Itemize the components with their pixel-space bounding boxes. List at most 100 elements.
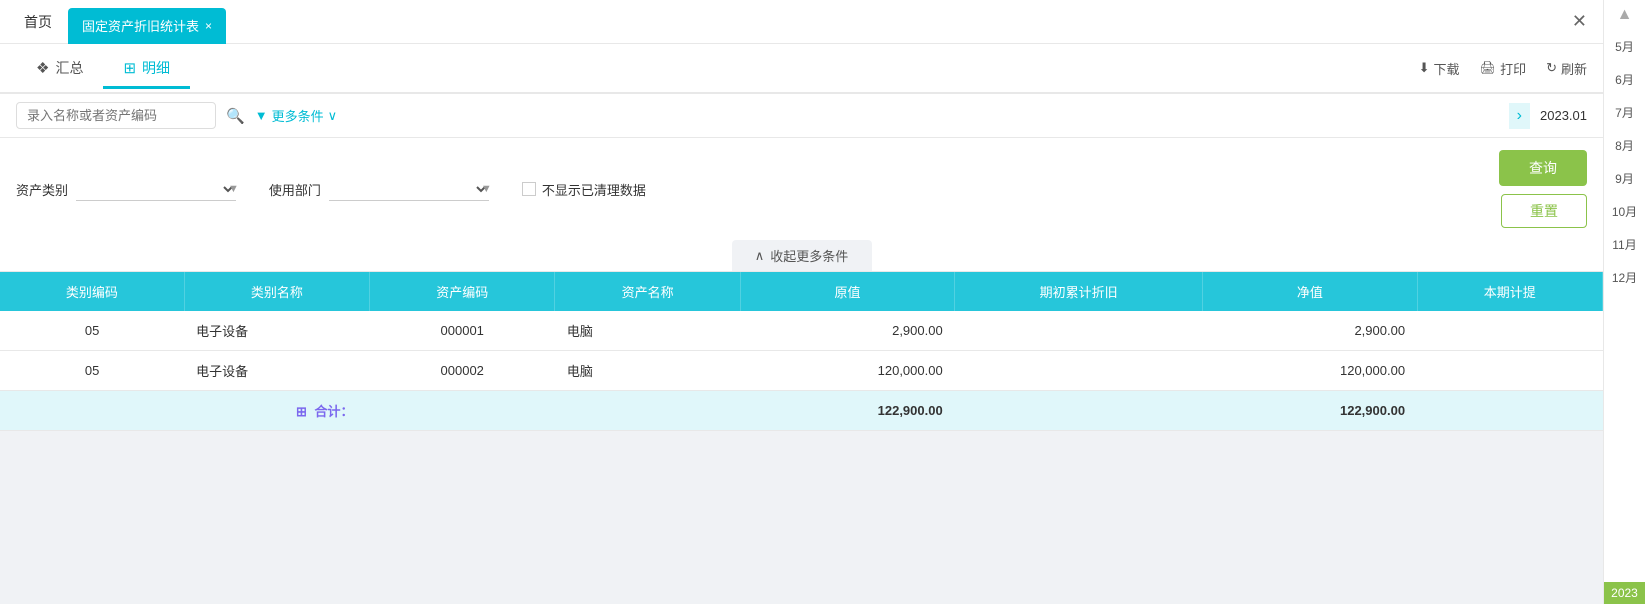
asset-category-field: 资产类别 ▼ [16,177,239,201]
asset-category-select[interactable] [76,177,236,201]
tab-label: 固定资产折旧统计表 [82,16,199,35]
th-net-value: 净值 [1203,272,1417,311]
th-asset-code: 资产编码 [370,272,555,311]
refresh-icon: ↻ [1546,60,1557,76]
more-conditions-button[interactable]: ▼ 更多条件 ∨ [255,106,337,125]
row2-asset-name: 电脑 [555,351,740,391]
asset-table: 类别编码 类别名称 资产编码 资产名称 原值 期初累计折旧 净值 本期计提 05… [0,272,1603,431]
detail-icon: ⊞ [123,59,136,77]
filter-row: 资产类别 ▼ 使用部门 ▼ 不显示已清理数据 查询 重置 [16,150,1587,228]
th-category-name: 类别名称 [184,272,369,311]
asset-category-label: 资产类别 [16,180,68,199]
sidebar-month-9[interactable]: 9月 [1604,162,1645,195]
tab-summary-label: 汇总 [55,58,83,78]
row1-current-depreciation [1417,311,1602,351]
search-bar: 🔍 ▼ 更多条件 ∨ › 2023.01 [0,94,1603,138]
sidebar-month-10[interactable]: 10月 [1604,195,1645,228]
tab-detail[interactable]: ⊞ 明细 [103,50,190,89]
chevron-down-icon: ∨ [328,108,338,124]
filter-area: 资产类别 ▼ 使用部门 ▼ 不显示已清理数据 查询 重置 [0,138,1603,272]
total-label: 合计： [315,404,354,419]
row1-asset-name: 电脑 [555,311,740,351]
refresh-button[interactable]: ↻ 刷新 [1546,59,1587,78]
sidebar-month-11[interactable]: 11月 [1604,228,1645,261]
collapse-icon: ∧ [755,248,765,264]
download-button[interactable]: ⬇ 下载 [1419,59,1460,78]
total-accumulated-depreciation [955,391,1203,431]
total-original-value: 122,900.00 [740,391,954,431]
row1-category-name: 电子设备 [184,311,369,351]
print-button[interactable]: 🖨 打印 [1480,59,1527,78]
table-header-row: 类别编码 类别名称 资产编码 资产名称 原值 期初累计折旧 净值 本期计提 [0,272,1603,311]
asset-category-arrow: ▼ [228,183,239,195]
window-close-button[interactable]: ✕ [1572,11,1587,32]
filter-icon: ▼ [255,108,268,123]
print-icon: 🖨 [1480,60,1497,76]
right-sidebar: ▲ 5月 6月 7月 8月 9月 10月 11月 12月 2023 [1603,0,1645,604]
row2-original-value: 120,000.00 [740,351,954,391]
sidebar-month-12[interactable]: 12月 [1604,261,1645,294]
row2-category-name: 电子设备 [184,351,369,391]
total-row: ⊞ 合计： 122,900.00 122,900.00 [0,391,1603,431]
row2-accumulated-depreciation [955,351,1203,391]
tab-detail-label: 明细 [142,58,170,78]
no-cleared-label: 不显示已清理数据 [542,180,646,199]
reset-button[interactable]: 重置 [1501,194,1587,228]
tab-summary[interactable]: ❖ 汇总 [16,50,103,89]
no-cleared-field: 不显示已清理数据 [522,180,646,199]
download-label: 下载 [1434,59,1460,78]
th-category-code: 类别编码 [0,272,184,311]
th-current-depreciation: 本期计提 [1417,272,1602,311]
more-conditions-label: 更多条件 [272,106,324,125]
department-field: 使用部门 ▼ [269,177,492,201]
nav-tab-fixed-assets[interactable]: 固定资产折旧统计表 × [68,8,226,44]
print-label: 打印 [1500,59,1526,78]
nav-home[interactable]: 首页 [16,8,60,36]
top-nav: 首页 固定资产折旧统计表 × ✕ [0,0,1603,44]
sub-tabs: ❖ 汇总 ⊞ 明细 ⬇ 下载 🖨 打印 ↻ 刷新 [0,44,1603,94]
table-row[interactable]: 05 电子设备 000001 电脑 2,900.00 2,900.00 [0,311,1603,351]
table-row[interactable]: 05 电子设备 000002 电脑 120,000.00 120,000.00 [0,351,1603,391]
query-button[interactable]: 查询 [1499,150,1587,186]
sidebar-month-8[interactable]: 8月 [1604,129,1645,162]
th-original-value: 原值 [740,272,954,311]
row1-net-value: 2,900.00 [1203,311,1417,351]
collapse-label: 收起更多条件 [770,246,848,265]
sidebar-nav-up[interactable]: ▲ [1617,0,1633,30]
date-label: 2023.01 [1540,108,1587,123]
collapse-button[interactable]: ∧ 收起更多条件 [732,240,872,271]
total-asset-code [370,391,555,431]
filter-buttons: 查询 重置 [1499,150,1587,228]
sidebar-month-5[interactable]: 5月 [1604,30,1645,63]
row2-asset-code: 000002 [370,351,555,391]
sidebar-month-7[interactable]: 7月 [1604,96,1645,129]
total-net-value: 122,900.00 [1203,391,1417,431]
download-icon: ⬇ [1419,60,1430,76]
table-container: 类别编码 类别名称 资产编码 资产名称 原值 期初累计折旧 净值 本期计提 05… [0,272,1603,431]
row1-accumulated-depreciation [955,311,1203,351]
row2-category-code: 05 [0,351,184,391]
row2-current-depreciation [1417,351,1602,391]
refresh-label: 刷新 [1561,59,1587,78]
department-label: 使用部门 [269,180,321,199]
total-icon: ⊞ [296,404,307,419]
row1-category-code: 05 [0,311,184,351]
department-arrow: ▼ [481,183,492,195]
row2-net-value: 120,000.00 [1203,351,1417,391]
th-accumulated-depreciation: 期初累计折旧 [955,272,1203,311]
tab-close-icon[interactable]: × [205,19,212,33]
department-select[interactable] [329,177,489,201]
sidebar-year-badge[interactable]: 2023 [1604,582,1645,604]
search-icon[interactable]: 🔍 [226,107,245,125]
search-input[interactable] [16,102,216,129]
no-cleared-checkbox[interactable] [522,182,536,196]
sidebar-month-6[interactable]: 6月 [1604,63,1645,96]
row1-original-value: 2,900.00 [740,311,954,351]
total-current-depreciation [1417,391,1602,431]
expand-right-button[interactable]: › [1509,103,1530,129]
row1-asset-code: 000001 [370,311,555,351]
toolbar-right: ⬇ 下载 🖨 打印 ↻ 刷新 [1419,59,1587,78]
main-content: 首页 固定资产折旧统计表 × ✕ ❖ 汇总 ⊞ 明细 ⬇ 下载 🖨 打印 ↻ [0,0,1603,431]
summary-icon: ❖ [36,59,49,77]
th-asset-name: 资产名称 [555,272,740,311]
